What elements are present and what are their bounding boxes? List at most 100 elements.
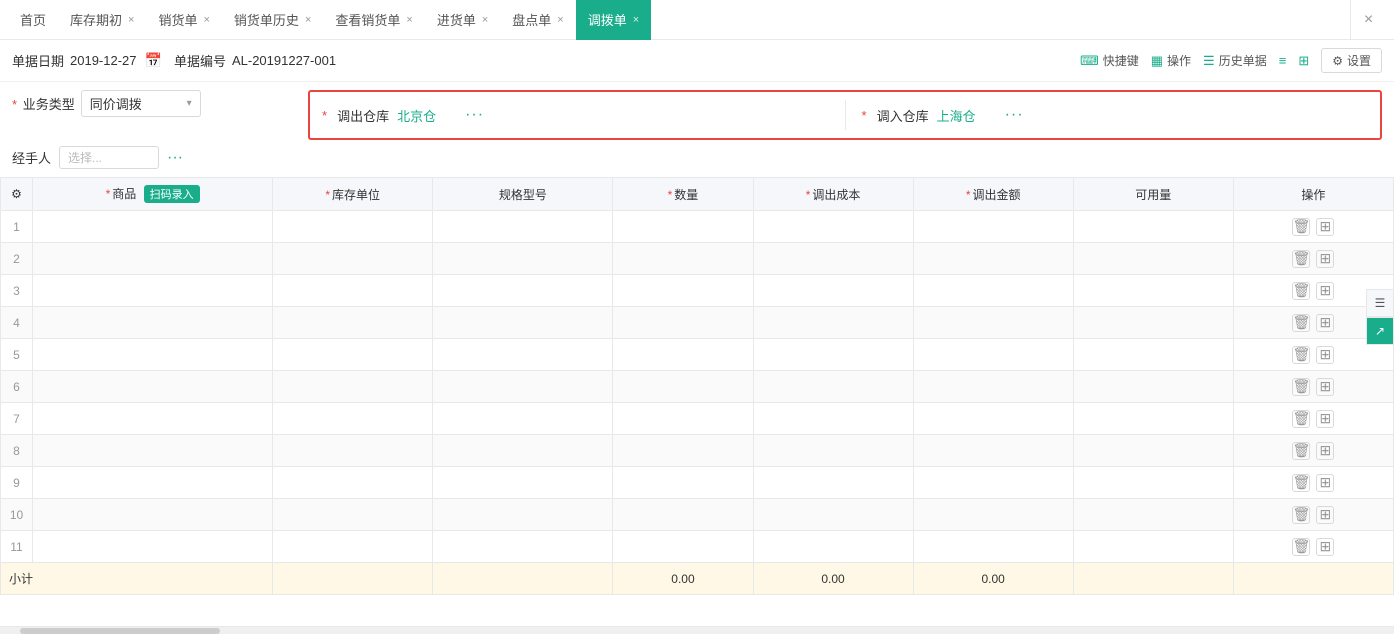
tab-inventory-init[interactable]: 库存期初 × [58, 0, 146, 40]
row-unit-9[interactable] [273, 467, 433, 499]
handler-select[interactable]: 选择... [59, 146, 159, 169]
copy-icon-1[interactable]: ⊞ [1316, 218, 1334, 236]
row-product-11[interactable] [33, 531, 273, 563]
row-unit-2[interactable] [273, 243, 433, 275]
copy-icon-3[interactable]: ⊞ [1316, 282, 1334, 300]
row-product-9[interactable] [33, 467, 273, 499]
window-close-button[interactable]: × [1350, 0, 1386, 40]
delete-icon-3[interactable]: 🗑 [1292, 282, 1310, 300]
delete-icon-1[interactable]: 🗑 [1292, 218, 1310, 236]
row-product-1[interactable] [33, 211, 273, 243]
bottom-scrollbar[interactable] [0, 626, 1394, 634]
copy-icon-9[interactable]: ⊞ [1316, 474, 1334, 492]
settings-button[interactable]: ⚙ 设置 [1321, 48, 1382, 73]
tab-stocktake[interactable]: 盘点单 × [500, 0, 575, 40]
row-qty-10[interactable] [613, 499, 753, 531]
tab-close-stocktake[interactable]: × [557, 14, 563, 26]
row-amount-3[interactable] [913, 275, 1073, 307]
delete-icon-4[interactable]: 🗑 [1292, 314, 1310, 332]
tab-close-history[interactable]: × [305, 14, 311, 26]
right-tool-list[interactable]: ☰ [1366, 289, 1394, 317]
row-product-6[interactable] [33, 371, 273, 403]
row-avail-4[interactable] [1073, 307, 1233, 339]
operations-action[interactable]: ▦ 操作 [1151, 52, 1191, 69]
row-amount-5[interactable] [913, 339, 1073, 371]
row-avail-10[interactable] [1073, 499, 1233, 531]
tab-close-purchase[interactable]: × [482, 14, 488, 26]
row-qty-8[interactable] [613, 435, 753, 467]
delete-icon-9[interactable]: 🗑 [1292, 474, 1310, 492]
right-tool-expand[interactable]: ↗ [1366, 317, 1394, 345]
layout1-action[interactable]: ≡ [1279, 53, 1287, 68]
row-unit-5[interactable] [273, 339, 433, 371]
business-type-select[interactable]: 同价调拨 ▾ [81, 90, 201, 117]
row-spec-3[interactable] [433, 275, 613, 307]
delete-icon-5[interactable]: 🗑 [1292, 346, 1310, 364]
row-cost-6[interactable] [753, 371, 913, 403]
copy-icon-4[interactable]: ⊞ [1316, 314, 1334, 332]
row-avail-11[interactable] [1073, 531, 1233, 563]
row-unit-4[interactable] [273, 307, 433, 339]
row-cost-3[interactable] [753, 275, 913, 307]
tab-home[interactable]: 首页 [8, 0, 58, 40]
row-product-2[interactable] [33, 243, 273, 275]
row-qty-5[interactable] [613, 339, 753, 371]
row-unit-8[interactable] [273, 435, 433, 467]
row-qty-7[interactable] [613, 403, 753, 435]
row-amount-6[interactable] [913, 371, 1073, 403]
delete-icon-6[interactable]: 🗑 [1292, 378, 1310, 396]
scan-button[interactable]: 扫码录入 [144, 185, 200, 203]
delete-icon-8[interactable]: 🗑 [1292, 442, 1310, 460]
row-amount-11[interactable] [913, 531, 1073, 563]
row-product-10[interactable] [33, 499, 273, 531]
row-spec-2[interactable] [433, 243, 613, 275]
row-product-7[interactable] [33, 403, 273, 435]
delete-icon-7[interactable]: 🗑 [1292, 410, 1310, 428]
row-cost-4[interactable] [753, 307, 913, 339]
row-qty-1[interactable] [613, 211, 753, 243]
row-avail-7[interactable] [1073, 403, 1233, 435]
row-unit-1[interactable] [273, 211, 433, 243]
row-avail-9[interactable] [1073, 467, 1233, 499]
row-avail-5[interactable] [1073, 339, 1233, 371]
row-cost-11[interactable] [753, 531, 913, 563]
row-spec-11[interactable] [433, 531, 613, 563]
layout2-action[interactable]: ⊞ [1298, 53, 1309, 69]
tab-close-transfer[interactable]: × [633, 14, 639, 26]
row-amount-7[interactable] [913, 403, 1073, 435]
row-amount-4[interactable] [913, 307, 1073, 339]
row-avail-3[interactable] [1073, 275, 1233, 307]
row-avail-8[interactable] [1073, 435, 1233, 467]
row-cost-10[interactable] [753, 499, 913, 531]
row-product-4[interactable] [33, 307, 273, 339]
tab-close-sales[interactable]: × [203, 14, 209, 26]
copy-icon-7[interactable]: ⊞ [1316, 410, 1334, 428]
row-cost-8[interactable] [753, 435, 913, 467]
copy-icon-5[interactable]: ⊞ [1316, 346, 1334, 364]
row-spec-1[interactable] [433, 211, 613, 243]
row-product-8[interactable] [33, 435, 273, 467]
row-qty-11[interactable] [613, 531, 753, 563]
row-qty-6[interactable] [613, 371, 753, 403]
row-spec-10[interactable] [433, 499, 613, 531]
out-warehouse-more[interactable]: ··· [465, 106, 484, 124]
row-spec-5[interactable] [433, 339, 613, 371]
col-gear[interactable]: ⚙ [1, 178, 33, 211]
copy-icon-6[interactable]: ⊞ [1316, 378, 1334, 396]
row-unit-11[interactable] [273, 531, 433, 563]
row-cost-5[interactable] [753, 339, 913, 371]
row-qty-4[interactable] [613, 307, 753, 339]
tab-purchase-order[interactable]: 进货单 × [425, 0, 500, 40]
row-avail-6[interactable] [1073, 371, 1233, 403]
row-spec-9[interactable] [433, 467, 613, 499]
history-action[interactable]: ☰ 历史单据 [1203, 52, 1267, 69]
calendar-icon[interactable]: 📅 [145, 52, 162, 69]
tab-transfer[interactable]: 调拨单 × [576, 0, 651, 40]
shortcut-action[interactable]: ⌨ 快捷键 [1080, 52, 1139, 69]
tab-sales-order[interactable]: 销货单 × [146, 0, 221, 40]
row-cost-2[interactable] [753, 243, 913, 275]
row-product-5[interactable] [33, 339, 273, 371]
tab-view-sales[interactable]: 查看销货单 × [323, 0, 424, 40]
row-amount-1[interactable] [913, 211, 1073, 243]
row-spec-7[interactable] [433, 403, 613, 435]
